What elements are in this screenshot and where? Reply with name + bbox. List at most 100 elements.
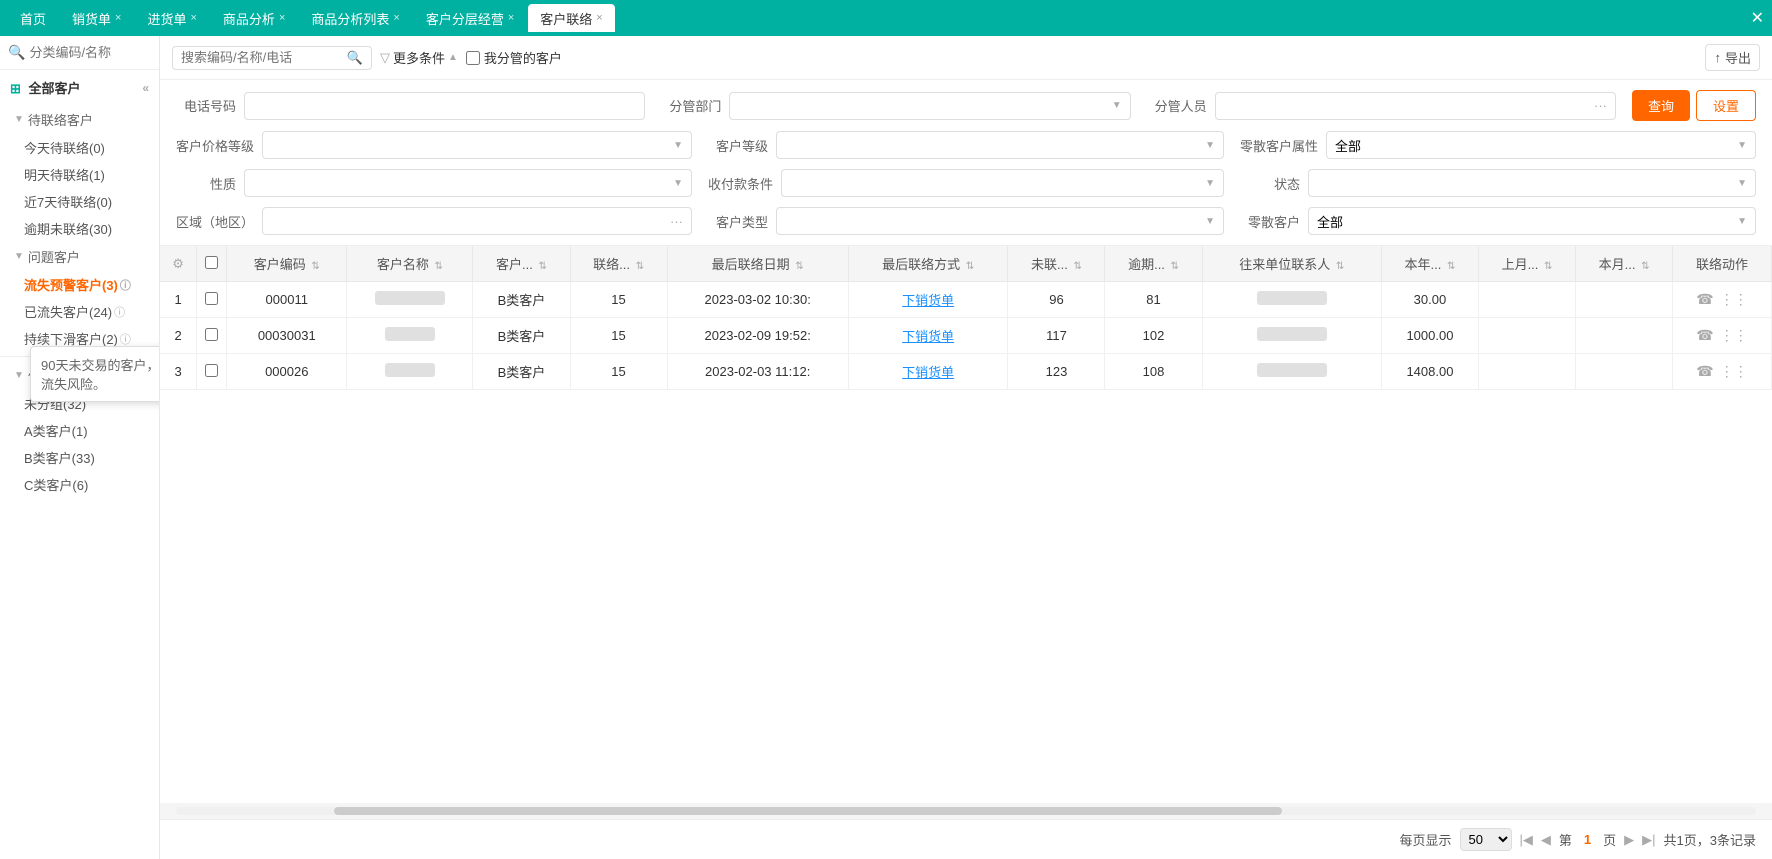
th-this-month[interactable]: 本月... ⇅ [1576,246,1673,282]
manager-dots[interactable]: ··· [1594,98,1607,113]
sidebar-item-class-b[interactable]: B类客户(33) [0,444,159,471]
home-label: 首页 [20,9,46,28]
tab-sales-close[interactable]: × [115,12,121,24]
toolbar-search-input[interactable] [181,50,343,65]
filter-region-select[interactable]: ··· [262,207,692,235]
filter-customer-type-select[interactable]: ▼ [776,207,1224,235]
sidebar-item-class-a[interactable]: A类客户(1) [0,417,159,444]
settings-btn[interactable]: 设置 [1696,90,1756,121]
region-dots[interactable]: ··· [670,214,683,229]
select-all-checkbox[interactable] [205,256,218,269]
td-checkbox-2[interactable] [197,354,227,390]
sidebar-item-class-c[interactable]: C类客户(6) [0,471,159,498]
action-more-icon-0[interactable]: ⋮⋮ [1720,291,1748,308]
td-last-method-0[interactable]: 下销货单 [848,282,1008,318]
tab-purchase-order[interactable]: 进货单 × [135,4,208,32]
tab-customer-tier-close[interactable]: × [508,12,514,24]
action-more-icon-1[interactable]: ⋮⋮ [1720,327,1748,344]
th-uncontacted[interactable]: 未联... ⇅ [1008,246,1105,282]
tooltip-text: 90天未交易的客户，可能有流失风险。 [41,358,160,392]
window-close-btn[interactable]: ✕ [1751,8,1764,28]
th-last-date[interactable]: 最后联络日期 ⇅ [667,246,848,282]
more-conditions-label: 更多条件 [393,48,445,67]
sidebar-item-today[interactable]: 今天待联络(0) [0,134,159,161]
main-layout: 🔍 ⊞ 全部客户 « ▼ 待联络客户 今天待联络(0) 明天待联络(1) 近7天… [0,36,1772,859]
action-phone-icon-0[interactable]: ☎ [1696,291,1713,308]
sidebar-item-lost[interactable]: 已流失客户(24) ⓘ [0,298,159,325]
th-settings[interactable]: ⚙ [160,246,197,282]
sidebar-group-pending[interactable]: ▼ 待联络客户 [0,105,159,134]
action-phone-icon-2[interactable]: ☎ [1696,363,1713,380]
sidebar-search-input[interactable] [29,45,160,60]
tab-sales-order[interactable]: 销货单 × [60,4,133,32]
td-last-method-2[interactable]: 下销货单 [848,354,1008,390]
filter-scattered-attr-select[interactable]: 全部 ▼ [1326,131,1756,159]
th-code[interactable]: 客户编码 ⇅ [227,246,347,282]
filter-payment-select[interactable]: ▼ [781,169,1224,197]
tab-product-analysis-close[interactable]: × [279,12,285,24]
th-name[interactable]: 客户名称 ⇅ [347,246,473,282]
td-overdue-2: 108 [1105,354,1202,390]
all-customers-header[interactable]: ⊞ 全部客户 « [0,70,159,105]
td-checkbox-1[interactable] [197,318,227,354]
sidebar-search-area: 🔍 [0,36,159,70]
td-contact-person-1 [1202,318,1381,354]
td-action-2: ☎ ⋮⋮ [1673,354,1772,390]
tab-customer-contact-close[interactable]: × [596,12,602,24]
filter-dept-select[interactable]: ▼ [729,92,1130,120]
td-uncontacted-1: 117 [1008,318,1105,354]
action-more-icon-2[interactable]: ⋮⋮ [1720,363,1748,380]
first-page-btn[interactable]: |◀ [1520,832,1533,848]
my-customers-checkbox[interactable] [466,51,480,65]
filter-scattered-value: 全部 [1317,212,1343,231]
filter-customer-level-label: 客户等级 [708,136,768,155]
td-this-year-0: 30.00 [1381,282,1478,318]
horizontal-scrollbar[interactable] [176,807,1756,815]
payment-dropdown-icon: ▼ [1205,178,1215,189]
th-this-year[interactable]: 本年... ⇅ [1381,246,1478,282]
sidebar-item-7days[interactable]: 近7天待联络(0) [0,188,159,215]
th-type[interactable]: 客户... ⇅ [473,246,570,282]
th-last-method[interactable]: 最后联络方式 ⇅ [848,246,1008,282]
filter-scattered-select[interactable]: 全部 ▼ [1308,207,1756,235]
th-code-sort: ⇅ [311,261,319,272]
tab-customer-tier[interactable]: 客户分层经营 × [414,4,526,32]
prev-page-btn[interactable]: ◀ [1541,832,1551,848]
filter-customer-level-select[interactable]: ▼ [776,131,1224,159]
filter-manager-select[interactable]: ··· [1215,92,1616,120]
th-contact-person-sort: ⇅ [1336,261,1344,272]
my-customers-toggle[interactable]: 我分管的客户 [466,48,562,67]
last-page-btn[interactable]: ▶| [1642,832,1655,848]
tab-home[interactable]: 首页 [8,4,58,32]
th-last-month[interactable]: 上月... ⇅ [1478,246,1575,282]
filter-price-level-select[interactable]: ▼ [262,131,692,159]
filter-phone-input[interactable] [244,92,645,120]
toolbar-search-btn[interactable]: 🔍 [347,50,363,66]
td-last-method-1[interactable]: 下销货单 [848,318,1008,354]
tab-product-analysis-list-close[interactable]: × [393,12,399,24]
sidebar-group-problem[interactable]: ▼ 问题客户 [0,242,159,271]
info-icon-churn: ⓘ [120,277,131,293]
sidebar-item-churn-warning[interactable]: 流失预警客户(3) ⓘ [0,271,159,298]
th-this-month-sort: ⇅ [1641,261,1649,272]
tab-product-analysis[interactable]: 商品分析 × [211,4,297,32]
th-overdue[interactable]: 逾期... ⇅ [1105,246,1202,282]
sidebar-item-overdue[interactable]: 逾期未联络(30) [0,215,159,242]
sidebar-item-tomorrow[interactable]: 明天待联络(1) [0,161,159,188]
td-checkbox-0[interactable] [197,282,227,318]
tab-customer-contact[interactable]: 客户联络 × [528,4,614,32]
tab-product-analysis-list[interactable]: 商品分析列表 × [299,4,411,32]
next-page-btn[interactable]: ▶ [1624,832,1634,848]
query-btn[interactable]: 查询 [1632,90,1690,121]
filter-nature-select[interactable]: ▼ [244,169,692,197]
filter-status-select[interactable]: ▼ [1308,169,1756,197]
action-phone-icon-1[interactable]: ☎ [1696,327,1713,344]
th-contact[interactable]: 联络... ⇅ [570,246,667,282]
export-btn[interactable]: ↑ 导出 [1705,44,1760,71]
filter-nature-label: 性质 [176,174,236,193]
per-page-select[interactable]: 50 20 100 [1460,828,1512,851]
sidebar-collapse-btn[interactable]: « [142,81,149,95]
tab-purchase-close[interactable]: × [190,12,196,24]
more-conditions-btn[interactable]: ▽ 更多条件 ▲ [380,48,458,67]
th-contact-person[interactable]: 往来单位联系人 ⇅ [1202,246,1381,282]
